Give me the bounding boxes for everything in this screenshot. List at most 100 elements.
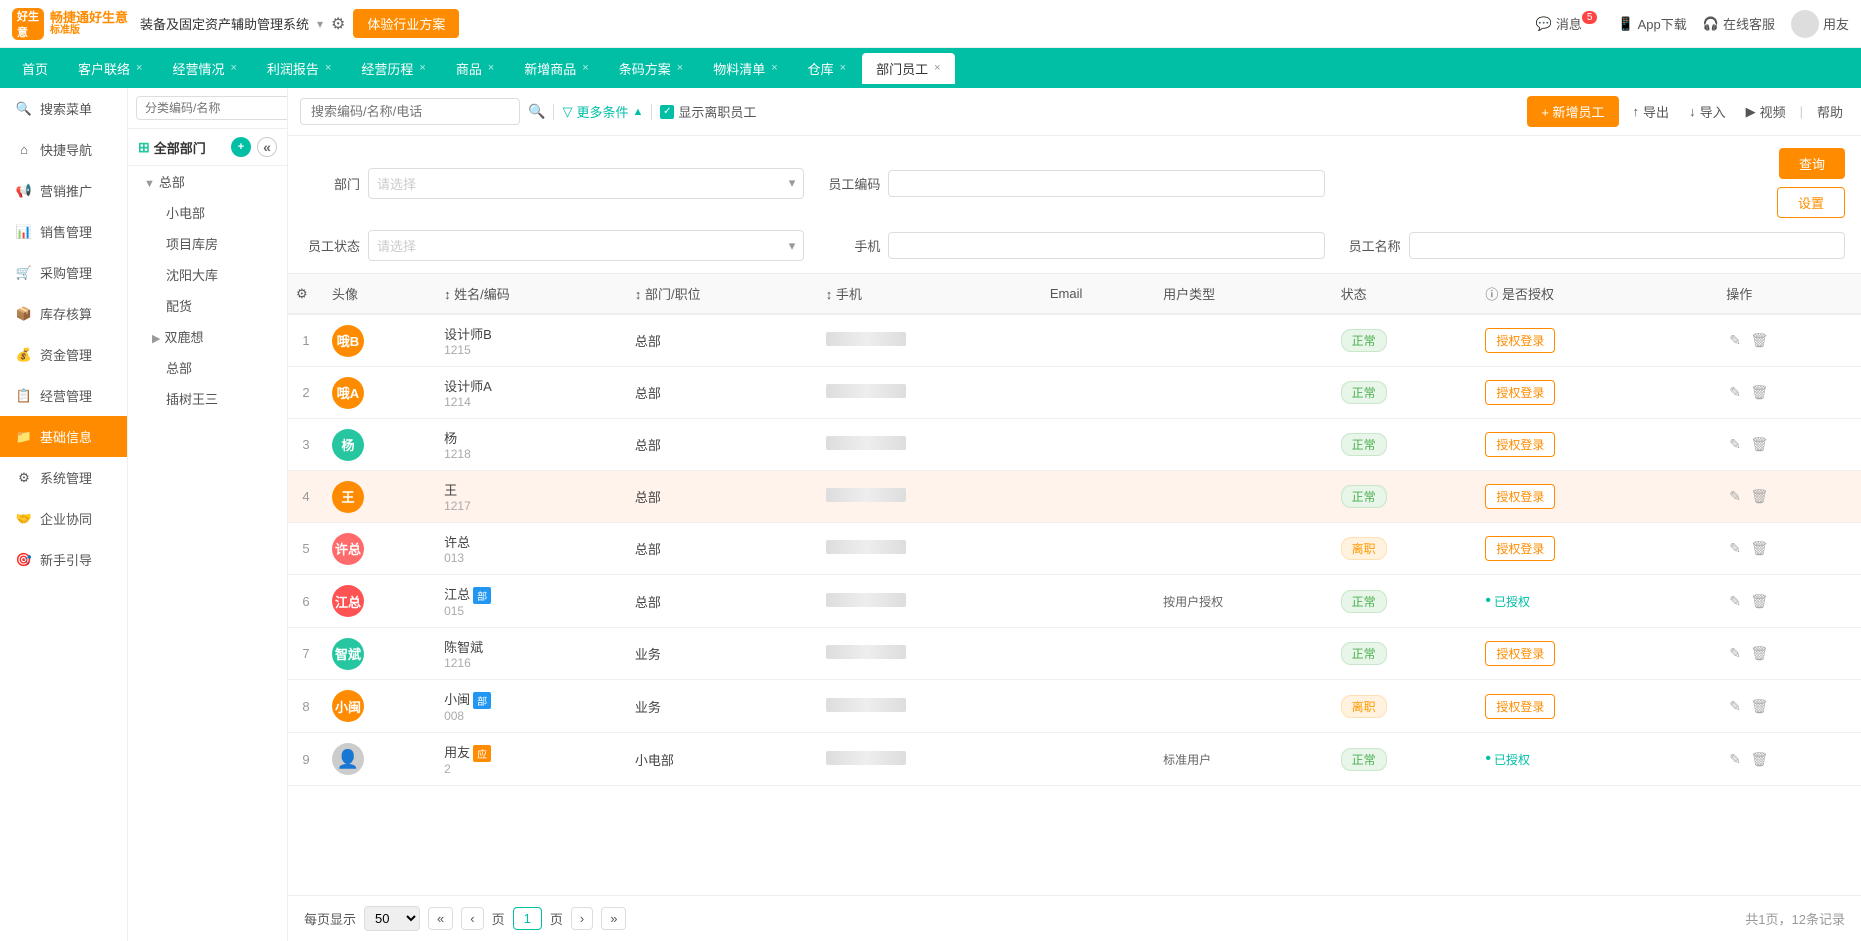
auth-login-btn[interactable]: 授权登录	[1485, 536, 1555, 561]
emp-code-input[interactable]	[888, 170, 1324, 197]
online-service-item[interactable]: 🎧 在线客服	[1703, 14, 1775, 33]
last-page-btn[interactable]: »	[601, 907, 626, 930]
edit-btn[interactable]: ✎	[1726, 751, 1744, 767]
th-name[interactable]: ↕ 姓名/编码	[436, 274, 627, 314]
next-page-btn[interactable]: ›	[571, 907, 593, 930]
help-btn[interactable]: 帮助	[1811, 98, 1849, 125]
messages-item[interactable]: 💬 消息 5	[1536, 14, 1602, 33]
th-phone[interactable]: ↕ 手机	[818, 274, 1042, 314]
view-btn[interactable]: ▶ 视频	[1740, 98, 1792, 125]
sidebar-item-库存核算[interactable]: 📦库存核算	[0, 293, 127, 334]
sidebar-item-快捷导航[interactable]: ⌂快捷导航	[0, 129, 127, 170]
edit-btn[interactable]: ✎	[1726, 593, 1744, 609]
per-page-select[interactable]: 50 100	[364, 906, 420, 931]
import-btn[interactable]: ↓ 导入	[1683, 98, 1732, 125]
delete-btn[interactable]: 🗑	[1748, 384, 1772, 400]
nav-tab-利润报告[interactable]: 利润报告×	[253, 53, 345, 84]
edit-btn[interactable]: ✎	[1726, 698, 1744, 714]
auth-login-btn[interactable]: 授权登录	[1485, 694, 1555, 719]
edit-btn[interactable]: ✎	[1726, 488, 1744, 504]
sidebar-item-新手引导[interactable]: 🎯新手引导	[0, 539, 127, 580]
sidebar-item-搜索菜单[interactable]: 🔍搜索菜单	[0, 88, 127, 129]
th-dept[interactable]: ↕ 部门/职位	[627, 274, 818, 314]
nav-tab-经营情况[interactable]: 经营情况×	[158, 53, 250, 84]
export-btn[interactable]: ↑ 导出	[1627, 98, 1676, 125]
show-resigned-toggle[interactable]: ✓ 显示离职员工	[660, 102, 756, 121]
delete-btn[interactable]: 🗑	[1748, 645, 1772, 661]
close-icon[interactable]: ×	[325, 62, 331, 74]
nav-tab-物料清单[interactable]: 物料清单×	[699, 53, 791, 84]
gear-icon[interactable]: ⚙	[331, 14, 345, 34]
delete-btn[interactable]: 🗑	[1748, 436, 1772, 452]
sidebar-item-经营管理[interactable]: 📋经营管理	[0, 375, 127, 416]
delete-btn[interactable]: 🗑	[1748, 488, 1772, 504]
close-icon[interactable]: ×	[419, 62, 425, 74]
search-input[interactable]	[300, 98, 520, 125]
dept-item-项目库房[interactable]: 项目库房	[128, 228, 287, 259]
add-employee-btn[interactable]: + 新增员工	[1527, 96, 1618, 127]
dept-item-配货[interactable]: 配货	[128, 290, 287, 321]
th-settings[interactable]: ⚙	[288, 274, 324, 314]
nav-tab-新增商品[interactable]: 新增商品×	[510, 53, 602, 84]
query-btn[interactable]: 查询	[1779, 148, 1845, 179]
auth-login-btn[interactable]: 授权登录	[1485, 641, 1555, 666]
more-conditions-btn[interactable]: ▽ 更多条件 ▲	[562, 102, 643, 121]
sidebar-item-系统管理[interactable]: ⚙系统管理	[0, 457, 127, 498]
delete-btn[interactable]: 🗑	[1748, 751, 1772, 767]
dept-item-总部[interactable]: ▼总部	[128, 166, 287, 197]
delete-btn[interactable]: 🗑	[1748, 332, 1772, 348]
edit-btn[interactable]: ✎	[1726, 436, 1744, 452]
add-dept-btn[interactable]: +	[231, 137, 251, 157]
close-icon[interactable]: ×	[934, 62, 940, 74]
delete-btn[interactable]: 🗑	[1748, 593, 1772, 609]
delete-btn[interactable]: 🗑	[1748, 540, 1772, 556]
emp-name-input[interactable]	[1409, 232, 1845, 259]
sidebar-item-基础信息[interactable]: 📁基础信息	[0, 416, 127, 457]
set-btn[interactable]: 设置	[1777, 187, 1845, 218]
edit-btn[interactable]: ✎	[1726, 645, 1744, 661]
search-icon-btn[interactable]: 🔍	[528, 103, 545, 120]
app-download-item[interactable]: 📱 App下载	[1617, 14, 1686, 33]
nav-tab-客户联络[interactable]: 客户联络×	[64, 53, 156, 84]
phone-input[interactable]	[888, 232, 1324, 259]
nav-tab-首页[interactable]: 首页	[8, 53, 62, 84]
delete-btn[interactable]: 🗑	[1748, 698, 1772, 714]
user-item[interactable]: 用友	[1791, 10, 1849, 38]
close-icon[interactable]: ×	[488, 62, 494, 74]
close-icon[interactable]: ×	[840, 62, 846, 74]
auth-login-btn[interactable]: 授权登录	[1485, 432, 1555, 457]
close-icon[interactable]: ×	[771, 62, 777, 74]
try-btn[interactable]: 体验行业方案	[353, 9, 459, 38]
close-icon[interactable]: ×	[136, 62, 142, 74]
sidebar-item-资金管理[interactable]: 💰资金管理	[0, 334, 127, 375]
prev-page-btn[interactable]: ‹	[461, 907, 483, 930]
collapse-btn[interactable]: «	[257, 137, 277, 157]
dept-item-双鹿想[interactable]: ▶双鹿想	[128, 321, 287, 352]
dept-item-沈阳大库[interactable]: 沈阳大库	[128, 259, 287, 290]
auth-login-btn[interactable]: 授权登录	[1485, 484, 1555, 509]
sidebar-item-采购管理[interactable]: 🛒采购管理	[0, 252, 127, 293]
dept-item-插树王三[interactable]: 插树王三	[128, 383, 287, 414]
auth-login-btn[interactable]: 授权登录	[1485, 380, 1555, 405]
edit-btn[interactable]: ✎	[1726, 332, 1744, 348]
edit-btn[interactable]: ✎	[1726, 384, 1744, 400]
nav-tab-仓库[interactable]: 仓库×	[794, 53, 860, 84]
first-page-btn[interactable]: «	[428, 907, 453, 930]
nav-tab-条码方案[interactable]: 条码方案×	[605, 53, 697, 84]
sidebar-item-营销推广[interactable]: 📢营销推广	[0, 170, 127, 211]
nav-tab-经营历程[interactable]: 经营历程×	[347, 53, 439, 84]
nav-tab-商品[interactable]: 商品×	[442, 53, 508, 84]
dept-search-input[interactable]	[136, 96, 288, 120]
dept-item-小电部[interactable]: 小电部	[128, 197, 287, 228]
auth-login-btn[interactable]: 授权登录	[1485, 328, 1555, 353]
emp-status-select[interactable]: 请选择 ▾	[368, 230, 804, 261]
close-icon[interactable]: ×	[582, 62, 588, 74]
close-icon[interactable]: ×	[230, 62, 236, 74]
dept-select[interactable]: 请选择 ▾	[368, 168, 804, 199]
edit-btn[interactable]: ✎	[1726, 540, 1744, 556]
nav-tab-部门员工[interactable]: 部门员工×	[862, 53, 954, 84]
sidebar-item-企业协同[interactable]: 🤝企业协同	[0, 498, 127, 539]
close-icon[interactable]: ×	[677, 62, 683, 74]
sidebar-item-销售管理[interactable]: 📊销售管理	[0, 211, 127, 252]
dept-item-总部[interactable]: 总部	[128, 352, 287, 383]
